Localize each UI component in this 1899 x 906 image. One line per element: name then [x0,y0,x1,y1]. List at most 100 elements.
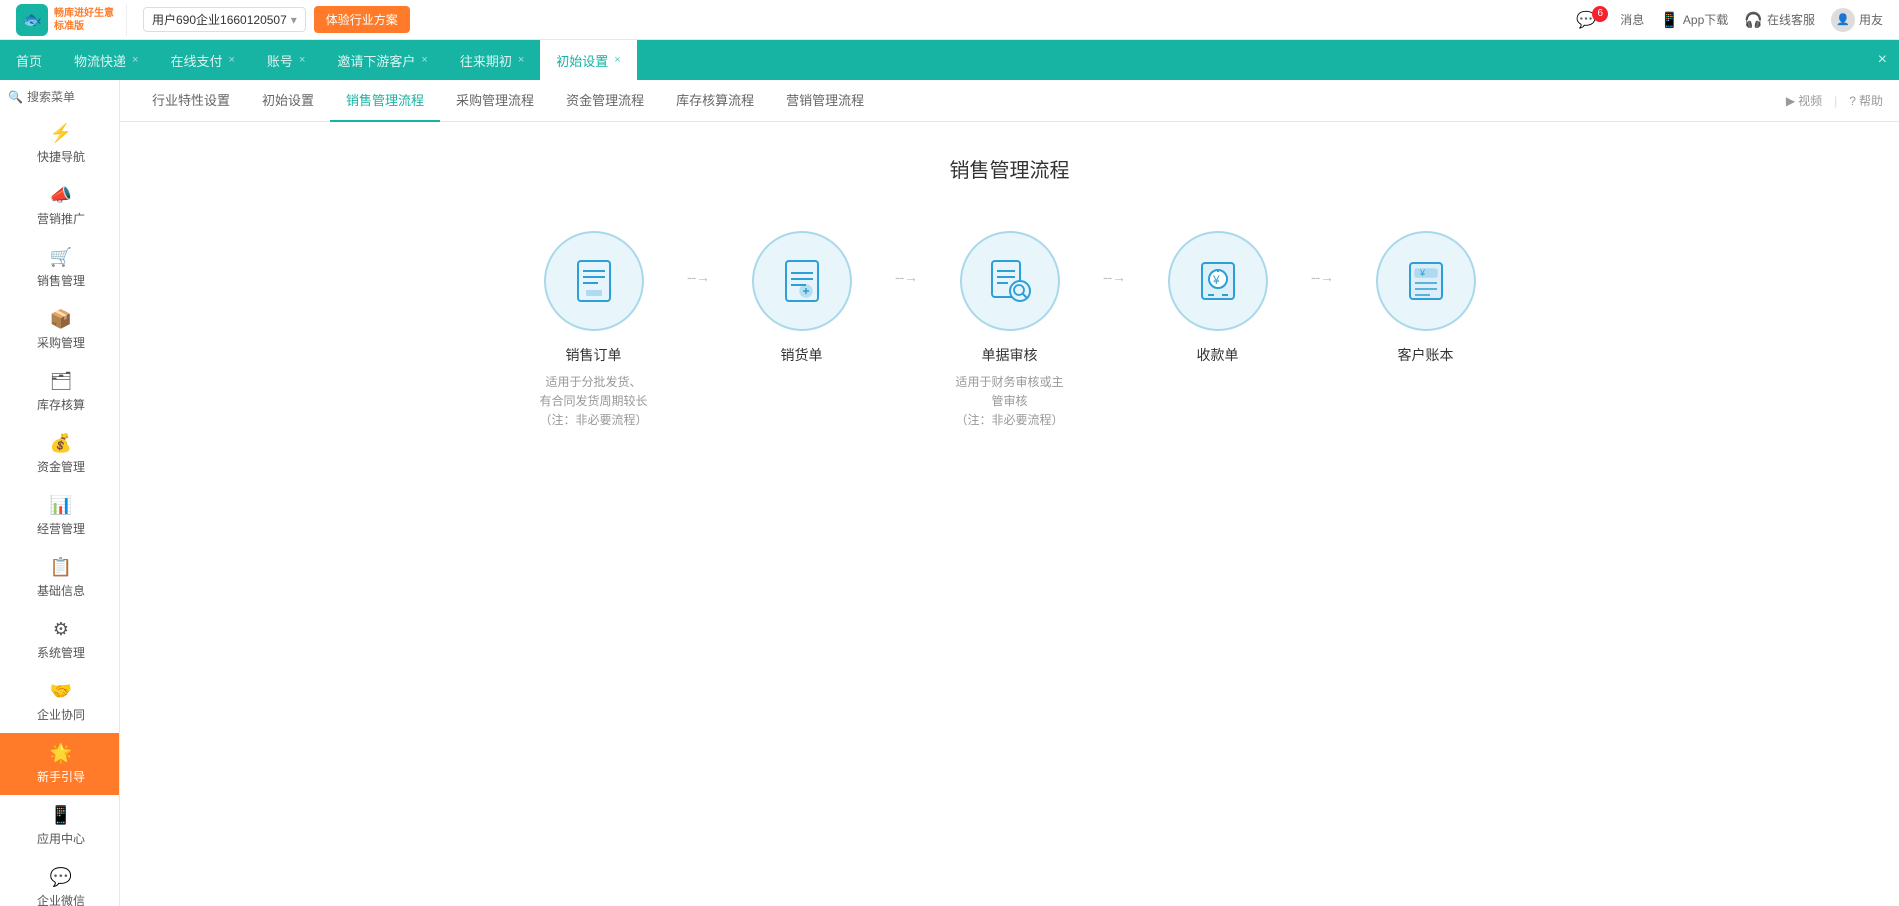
sidebar-item-finance-mgmt[interactable]: 💰 资金管理 [0,423,119,485]
flow-node-doc-review[interactable]: 单据审核 适用于财务审核或主 管审核 （注：非必要流程） [930,231,1090,431]
user-avatar-item[interactable]: 👤 用友 [1831,8,1883,32]
nav-tab-invite[interactable]: 邀请下游客户 × [321,40,443,80]
sub-tabs-actions: ▶ 视频 | ? 帮助 [1786,92,1883,109]
inventory-label: 库存核算 [37,396,85,413]
user-label: 用户690企业1660120507 [152,11,287,28]
close-logistics-icon[interactable]: × [132,54,138,66]
svg-text:¥: ¥ [1419,268,1426,278]
flow-node-receipt[interactable]: ¥ 收款单 [1138,231,1298,373]
logo-icon: 🐟 [16,4,48,36]
app-center-icon: 📱 [50,805,72,826]
sidebar-item-sales-mgmt[interactable]: 🛒 销售管理 [0,237,119,299]
app-download-item[interactable]: 📱 App下载 [1660,11,1728,29]
logo-text: 畅库进好生意 标准版 [54,7,114,33]
purchase-mgmt-icon: 📦 [50,309,72,330]
system-mgmt-icon: ⚙ [53,619,69,640]
nav-tab-payment[interactable]: 在线支付 × [154,40,250,80]
sidebar-item-marketing-promo[interactable]: 📣 营销推广 [0,175,119,237]
help-label: 帮助 [1859,92,1883,109]
sidebar-item-enterprise-wechat[interactable]: 💬 企业微信 [0,857,119,906]
close-payment-icon[interactable]: × [228,54,234,66]
nav-tab-period[interactable]: 往来期初 × [444,40,540,80]
svg-text:¥: ¥ [1212,273,1220,287]
close-all-tabs[interactable]: × [1866,40,1899,80]
search-menu[interactable]: 🔍 搜索菜单 [0,80,119,113]
header-left: 🐟 畅库进好生意 标准版 用户690企业1660120507 ▾ 体验行业方案 [16,4,410,36]
close-account-icon[interactable]: × [299,54,305,66]
operations-mgmt-label: 经营管理 [37,520,85,537]
sales-order-circle [544,231,644,331]
sidebar-item-operations-mgmt[interactable]: 📊 经营管理 [0,485,119,547]
sidebar-item-purchase-mgmt[interactable]: 📦 采购管理 [0,299,119,361]
video-icon: ▶ [1786,94,1795,108]
dropdown-icon: ▾ [291,13,297,27]
help-link[interactable]: ? 帮助 [1849,92,1883,109]
video-link[interactable]: ▶ 视频 [1786,92,1822,109]
main-layout: 🔍 搜索菜单 ⚡ 快捷导航 📣 营销推广 🛒 销售管理 📦 采购管理 🗂 库存核… [0,80,1899,906]
help-icon: ? [1849,94,1856,108]
page-content: 销售管理流程 销售订单 [120,122,1899,463]
arrow-4: - - → [1298,231,1346,285]
sidebar-item-basic-info[interactable]: 📋 基础信息 [0,547,119,609]
header-right: 💬 6 消息 📱 App下载 🎧 在线客服 👤 用友 [1576,8,1883,32]
top-header: 🐟 畅库进好生意 标准版 用户690企业1660120507 ▾ 体验行业方案 … [0,0,1899,40]
sub-tab-marketing-flow[interactable]: 营销管理流程 [770,80,880,122]
flow-node-customer-ledger[interactable]: ¥ 客户账本 [1346,231,1506,373]
quick-nav-label: 快捷导航 [37,148,85,165]
doc-review-desc: 适用于财务审核或主 管审核 （注：非必要流程） [955,373,1063,431]
doc-review-label: 单据审核 [982,345,1038,365]
sub-tab-sales-flow[interactable]: 销售管理流程 [330,80,440,122]
sales-order-label: 销售订单 [566,345,622,365]
phone-icon: 📱 [1660,11,1679,29]
user-name: 用友 [1859,11,1883,28]
page-title: 销售管理流程 [160,154,1859,183]
finance-mgmt-label: 资金管理 [37,458,85,475]
sub-tab-fund-flow[interactable]: 资金管理流程 [550,80,660,122]
close-period-icon[interactable]: × [518,54,524,66]
sub-tab-inventory-flow[interactable]: 库存核算流程 [660,80,770,122]
content-area: 行业特性设置 初始设置 销售管理流程 采购管理流程 资金管理流程 库存核算流程 … [120,80,1899,906]
sales-invoice-label: 销货单 [781,345,823,365]
sales-order-desc: 适用于分批发货、 有合同发货周期较长 （注：非必要流程） [539,373,647,431]
sidebar-item-enterprise-collab[interactable]: 🤝 企业协同 [0,671,119,733]
nav-tab-account[interactable]: 账号 × [251,40,321,80]
enterprise-collab-icon: 🤝 [50,681,72,702]
flow-node-sales-invoice[interactable]: 销货单 [722,231,882,373]
online-service-item[interactable]: 🎧 在线客服 [1744,11,1815,29]
sub-tab-init[interactable]: 初始设置 [246,80,330,122]
close-init-icon[interactable]: × [614,54,620,66]
sales-mgmt-icon: 🛒 [50,247,72,268]
customer-ledger-label: 客户账本 [1398,345,1454,365]
nav-tab-home[interactable]: 首页 [0,40,58,80]
nav-tab-logistics[interactable]: 物流快递 × [58,40,154,80]
message-item[interactable]: 💬 6 消息 [1576,10,1644,30]
sales-invoice-circle [752,231,852,331]
inventory-icon: 🗂 [50,371,73,392]
sales-mgmt-label: 销售管理 [37,272,85,289]
nav-tab-init[interactable]: 初始设置 × [540,40,636,80]
user-selector[interactable]: 用户690企业1660120507 ▾ [143,7,306,32]
sidebar-item-system-mgmt[interactable]: ⚙ 系统管理 [0,609,119,671]
trial-button[interactable]: 体验行业方案 [314,6,410,33]
operations-mgmt-icon: 📊 [50,495,72,516]
search-icon: 🔍 [8,90,23,104]
search-label: 搜索菜单 [27,88,75,105]
system-mgmt-label: 系统管理 [37,644,85,661]
flow-node-sales-order[interactable]: 销售订单 适用于分批发货、 有合同发货周期较长 （注：非必要流程） [514,231,674,431]
sidebar-item-app-center[interactable]: 📱 应用中心 [0,795,119,857]
sidebar-item-inventory[interactable]: 🗂 库存核算 [0,361,119,423]
sidebar-item-new-guide[interactable]: 🌟 新手引导 [0,733,119,795]
nav-tabs: 首页 物流快递 × 在线支付 × 账号 × 邀请下游客户 × 往来期初 × 初始… [0,40,1899,80]
enterprise-wechat-icon: 💬 [50,867,72,888]
app-download-label: App下载 [1683,11,1728,28]
new-guide-label: 新手引导 [37,768,85,785]
enterprise-wechat-label: 企业微信 [37,892,85,906]
arrow-2: - - → [882,231,930,285]
receipt-circle: ¥ [1168,231,1268,331]
sidebar-item-quick-nav[interactable]: ⚡ 快捷导航 [0,113,119,175]
close-invite-icon[interactable]: × [421,54,427,66]
app-center-label: 应用中心 [37,830,85,847]
sub-tab-industry[interactable]: 行业特性设置 [136,80,246,122]
message-badge: 6 [1592,6,1608,22]
sub-tab-purchase-flow[interactable]: 采购管理流程 [440,80,550,122]
